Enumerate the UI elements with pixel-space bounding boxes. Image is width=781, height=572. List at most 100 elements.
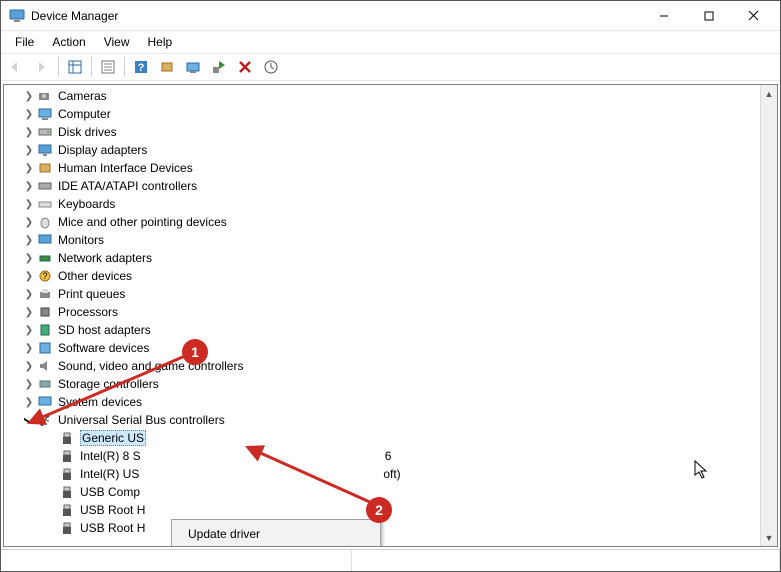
back-button[interactable] [4,55,28,79]
menu-action[interactable]: Action [44,33,93,51]
tree-node-label: Intel(R) US [80,467,139,481]
device-category-icon [37,340,53,356]
expand-icon[interactable]: ❯ [22,235,36,246]
tree-node[interactable]: ❯Monitors [22,231,777,249]
help-button[interactable]: ? [129,55,153,79]
usb-device-icon [59,448,75,464]
ctx-update-driver[interactable]: Update driver [174,522,378,546]
vertical-scrollbar[interactable]: ▲ ▼ [760,85,777,546]
expand-icon[interactable]: ❯ [22,145,36,156]
expand-icon[interactable]: ❯ [22,343,36,354]
scroll-up-button[interactable]: ▲ [761,85,777,102]
mouse-cursor-icon [694,460,710,485]
usb-device-icon [59,484,75,500]
device-category-icon [37,394,53,410]
tree-node-device[interactable]: Intel(R) US oft) [44,465,777,483]
tree-node[interactable]: ❯Network adapters [22,249,777,267]
device-category-icon [37,358,53,374]
device-category-icon [37,250,53,266]
tree-node[interactable]: ❯Disk drives [22,123,777,141]
collapse-icon[interactable]: ❯ [24,413,35,427]
scan-hardware-button[interactable] [259,55,283,79]
tree-node[interactable]: ❯ Print queues [22,285,777,303]
menu-help[interactable]: Help [140,33,181,51]
device-category-icon [37,214,53,230]
app-icon [9,8,25,24]
expand-icon[interactable]: ❯ [22,397,36,408]
tree-node-device[interactable]: USB Comp [44,483,777,501]
menu-file[interactable]: File [7,33,42,51]
expand-icon[interactable]: ❯ [22,181,36,192]
status-bar [1,549,780,571]
device-category-icon [37,106,53,122]
device-category-icon [37,88,53,104]
usb-device-icon [59,430,75,446]
tree-node[interactable]: ❯?Other devices [22,267,777,285]
update-driver-button[interactable] [181,55,205,79]
tree-node-label: Mice and other pointing devices [58,215,227,229]
expand-icon[interactable]: ❯ [22,379,36,390]
expand-icon[interactable]: ❯ [22,163,36,174]
expand-icon[interactable]: ❯ [22,271,36,282]
expand-icon[interactable]: ❯ [22,217,36,228]
properties-button[interactable] [96,55,120,79]
expand-icon[interactable]: ❯ [22,361,36,372]
usb-device-icon [59,502,75,518]
uninstall-button[interactable] [233,55,257,79]
tree-node[interactable]: ❯IDE ATA/ATAPI controllers [22,177,777,195]
expand-icon[interactable]: ❯ [22,109,36,120]
tree-node[interactable]: ❯Human Interface Devices [22,159,777,177]
tree-node[interactable]: ❯ Sound, video and game controllers [22,357,777,375]
context-menu: Update driver Disable device Uninstall d… [171,519,381,547]
tree-node[interactable]: ❯ Display adapters [22,141,777,159]
tree-node[interactable]: ❯ Mice and other pointing devices [22,213,777,231]
expand-icon[interactable]: ❯ [22,253,36,264]
tree-node-device[interactable]: USB Root H [44,501,777,519]
toolbar: ? [1,53,780,81]
tree-node[interactable]: ❯ Keyboards [22,195,777,213]
tree-node-device[interactable]: Generic US [44,429,777,447]
tree-node-label: Sound, video and game controllers [58,359,243,373]
tree-node-label: USB Root H [80,521,145,535]
tree-node[interactable]: ❯SD host adapters [22,321,777,339]
tree-node-device[interactable]: USB Root H [44,519,777,537]
tree-node-usb[interactable]: ❯ Universal Serial Bus controllers [22,411,777,429]
tree-node[interactable]: ❯Storage controllers [22,375,777,393]
tree-node[interactable]: ❯ System devices [22,393,777,411]
expand-icon[interactable]: ❯ [22,91,36,102]
menu-view[interactable]: View [96,33,138,51]
expand-icon[interactable]: ❯ [22,307,36,318]
tree-node-label: Keyboards [58,197,115,211]
svg-text:?: ? [138,62,145,74]
minimize-button[interactable] [641,1,686,30]
tree-node[interactable]: ❯Processors [22,303,777,321]
device-category-icon [37,232,53,248]
truncated-text: oft) [383,467,400,481]
expand-icon[interactable]: ❯ [22,127,36,138]
tree-node-label: System devices [58,395,142,409]
tree-node[interactable]: ❯ Software devices [22,339,777,357]
tree-node-device[interactable]: Intel(R) 8 S6 [44,447,777,465]
tree-node-label: Other devices [58,269,132,283]
scan-button[interactable] [155,55,179,79]
maximize-button[interactable] [686,1,731,30]
tree-node-label: Software devices [58,341,149,355]
expand-icon[interactable]: ❯ [22,325,36,336]
scroll-down-button[interactable]: ▼ [761,529,777,546]
device-category-icon [37,160,53,176]
device-category-icon [37,376,53,392]
expand-icon[interactable]: ❯ [22,199,36,210]
expand-icon[interactable]: ❯ [22,289,36,300]
enable-button[interactable] [207,55,231,79]
tree-node[interactable]: ❯Cameras [22,87,777,105]
forward-button[interactable] [30,55,54,79]
tree-node-label: Universal Serial Bus controllers [58,413,225,427]
device-category-icon [37,322,53,338]
ctx-disable-device[interactable]: Disable device [174,546,378,547]
tree-node-label: Display adapters [58,143,147,157]
device-tree[interactable]: ▲ ▼ ❯Cameras❯Computer❯Disk drives❯Displa… [3,84,778,547]
tree-node[interactable]: ❯Computer [22,105,777,123]
tree-node-label: Print queues [58,287,125,301]
show-hide-tree-button[interactable] [63,55,87,79]
close-button[interactable] [731,1,776,30]
